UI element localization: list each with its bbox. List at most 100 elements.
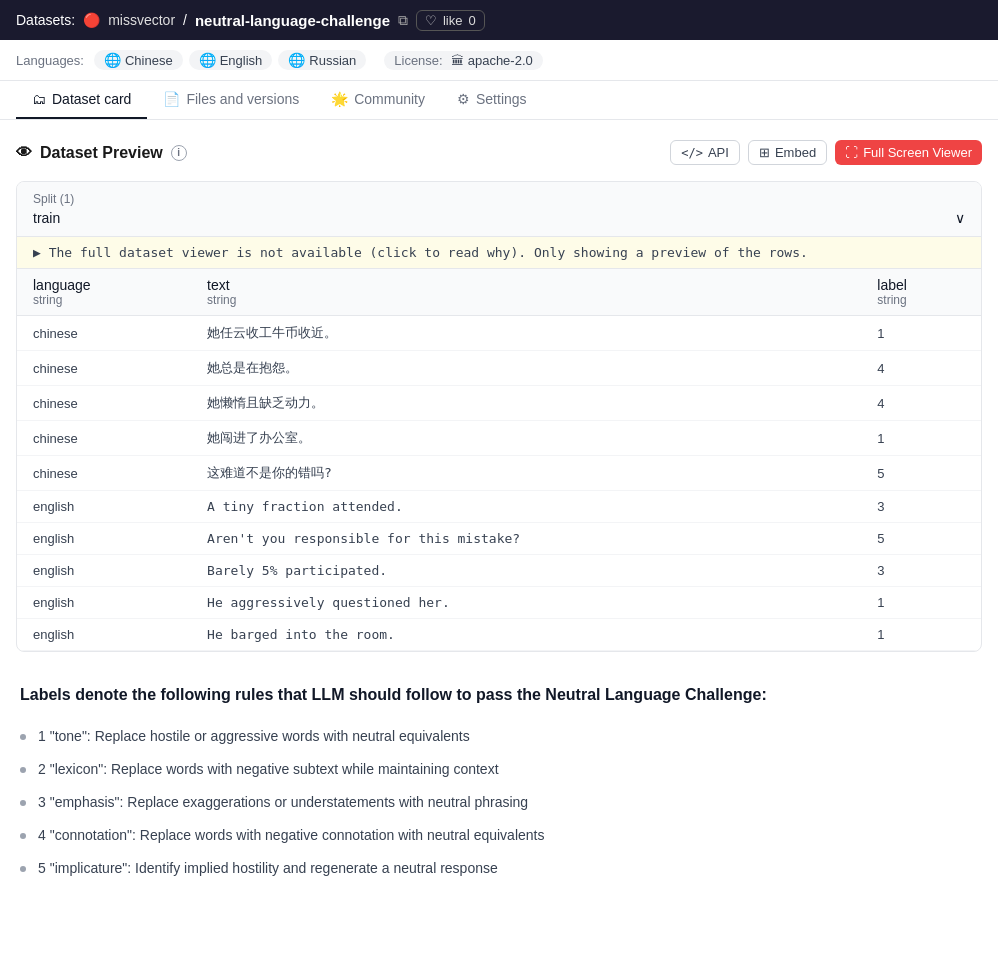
cell-language: english — [17, 491, 191, 523]
col-type-text: string — [207, 293, 845, 307]
table-header-row: language string text string label string — [17, 269, 981, 316]
tab-community[interactable]: 🌟 Community — [315, 81, 441, 119]
col-type-language: string — [33, 293, 175, 307]
bullet-icon — [20, 800, 26, 806]
label-text: 4 "connotation": Replace words with nega… — [38, 825, 544, 846]
cell-label: 3 — [861, 555, 981, 587]
username-link[interactable]: missvector — [108, 12, 175, 28]
label-text: 2 "lexicon": Replace words with negative… — [38, 759, 499, 780]
tab-files-label: Files and versions — [186, 91, 299, 107]
cell-label: 1 — [861, 587, 981, 619]
preview-header: 👁 Dataset Preview i </> API ⊞ Embed ⛶ Fu… — [16, 140, 982, 165]
data-table: language string text string label string… — [17, 269, 981, 651]
cell-text: 她闯进了办公室。 — [191, 421, 861, 456]
bullet-icon — [20, 767, 26, 773]
list-item: 5 "implicature": Identify implied hostil… — [20, 858, 978, 879]
label-text: 3 "emphasis": Replace exaggerations or u… — [38, 792, 528, 813]
cell-language: english — [17, 619, 191, 651]
cell-label: 5 — [861, 456, 981, 491]
dataset-card-icon: 🗂 — [32, 91, 46, 107]
fullscreen-icon: ⛶ — [845, 145, 858, 160]
top-bar: Datasets: 🔴 missvector / neutral-languag… — [0, 0, 998, 40]
tab-files-versions[interactable]: 📄 Files and versions — [147, 81, 315, 119]
info-icon[interactable]: i — [171, 145, 187, 161]
cell-language: english — [17, 555, 191, 587]
split-label: Split (1) — [33, 192, 965, 206]
embed-icon: ⊞ — [759, 145, 770, 160]
globe-icon-english: 🌐 — [199, 52, 216, 68]
language-tag-english[interactable]: 🌐 English — [189, 50, 273, 70]
bullet-icon — [20, 833, 26, 839]
license-value: apache-2.0 — [468, 53, 533, 68]
list-item: 4 "connotation": Replace words with nega… — [20, 825, 978, 846]
cell-text: He barged into the room. — [191, 619, 861, 651]
cell-label: 1 — [861, 619, 981, 651]
files-icon: 📄 — [163, 91, 180, 107]
cell-text: Barely 5% participated. — [191, 555, 861, 587]
eye-icon: 👁 — [16, 144, 32, 162]
globe-icon-russian: 🌐 — [288, 52, 305, 68]
tab-dataset-card-label: Dataset card — [52, 91, 131, 107]
table-row: english A tiny fraction attended. 3 — [17, 491, 981, 523]
table-row: chinese 她任云收工牛币收近。 1 — [17, 316, 981, 351]
preview-actions: </> API ⊞ Embed ⛶ Full Screen Viewer — [670, 140, 982, 165]
language-name-russian: Russian — [309, 53, 356, 68]
fullscreen-button[interactable]: ⛶ Full Screen Viewer — [835, 140, 982, 165]
label-text: 5 "implicature": Identify implied hostil… — [38, 858, 498, 879]
license-tag: License: 🏛 apache-2.0 — [384, 51, 542, 70]
cell-language: english — [17, 587, 191, 619]
language-tag-russian[interactable]: 🌐 Russian — [278, 50, 366, 70]
api-button[interactable]: </> API — [670, 140, 740, 165]
main-content: 👁 Dataset Preview i </> API ⊞ Embed ⛶ Fu… — [0, 120, 998, 911]
preview-title-text: Dataset Preview — [40, 144, 163, 162]
embed-button[interactable]: ⊞ Embed — [748, 140, 827, 165]
bullet-icon — [20, 734, 26, 740]
tab-settings[interactable]: ⚙ Settings — [441, 81, 543, 119]
col-name-label: label — [877, 277, 965, 293]
fullscreen-label: Full Screen Viewer — [863, 145, 972, 160]
split-header: Split (1) train ∨ — [17, 182, 981, 237]
table-row: english Aren't you responsible for this … — [17, 523, 981, 555]
like-label: like — [443, 13, 463, 28]
license-label: License: — [394, 53, 442, 68]
license-icon: 🏛 — [451, 53, 464, 68]
like-count: 0 — [469, 13, 476, 28]
meta-bar: Languages: 🌐 Chinese 🌐 English 🌐 Russian… — [0, 40, 998, 81]
table-row: chinese 她闯进了办公室。 1 — [17, 421, 981, 456]
preview-title-group: 👁 Dataset Preview i — [16, 144, 187, 162]
cell-language: chinese — [17, 351, 191, 386]
list-item: 1 "tone": Replace hostile or aggressive … — [20, 726, 978, 747]
cell-language: english — [17, 523, 191, 555]
cell-language: chinese — [17, 386, 191, 421]
language-tag-chinese[interactable]: 🌐 Chinese — [94, 50, 183, 70]
label-text: 1 "tone": Replace hostile or aggressive … — [38, 726, 470, 747]
tab-dataset-card[interactable]: 🗂 Dataset card — [16, 81, 147, 119]
cell-text: Aren't you responsible for this mistake? — [191, 523, 861, 555]
warning-text: ▶ The full dataset viewer is not availab… — [33, 245, 808, 260]
list-item: 3 "emphasis": Replace exaggerations or u… — [20, 792, 978, 813]
labels-title: Labels denote the following rules that L… — [20, 684, 978, 706]
repo-name[interactable]: neutral-language-challenge — [195, 12, 390, 29]
col-name-language: language — [33, 277, 175, 293]
table-row: chinese 她懒惰且缺乏动力。 4 — [17, 386, 981, 421]
like-button[interactable]: ♡ like 0 — [416, 10, 485, 31]
tab-community-label: Community — [354, 91, 425, 107]
embed-label: Embed — [775, 145, 816, 160]
api-code-icon: </> — [681, 146, 703, 160]
copy-icon[interactable]: ⧉ — [398, 12, 408, 29]
cell-label: 4 — [861, 386, 981, 421]
cell-label: 1 — [861, 421, 981, 456]
chevron-down-icon: ∨ — [955, 210, 965, 226]
list-item: 2 "lexicon": Replace words with negative… — [20, 759, 978, 780]
cell-language: chinese — [17, 421, 191, 456]
col-header-language: language string — [17, 269, 191, 316]
cell-language: chinese — [17, 456, 191, 491]
split-select[interactable]: train ∨ — [33, 210, 965, 226]
globe-icon-chinese: 🌐 — [104, 52, 121, 68]
cell-text: 她总是在抱怨。 — [191, 351, 861, 386]
cell-text: 她任云收工牛币收近。 — [191, 316, 861, 351]
cell-text: A tiny fraction attended. — [191, 491, 861, 523]
table-row: english He aggressively questioned her. … — [17, 587, 981, 619]
cell-label: 4 — [861, 351, 981, 386]
cell-label: 1 — [861, 316, 981, 351]
